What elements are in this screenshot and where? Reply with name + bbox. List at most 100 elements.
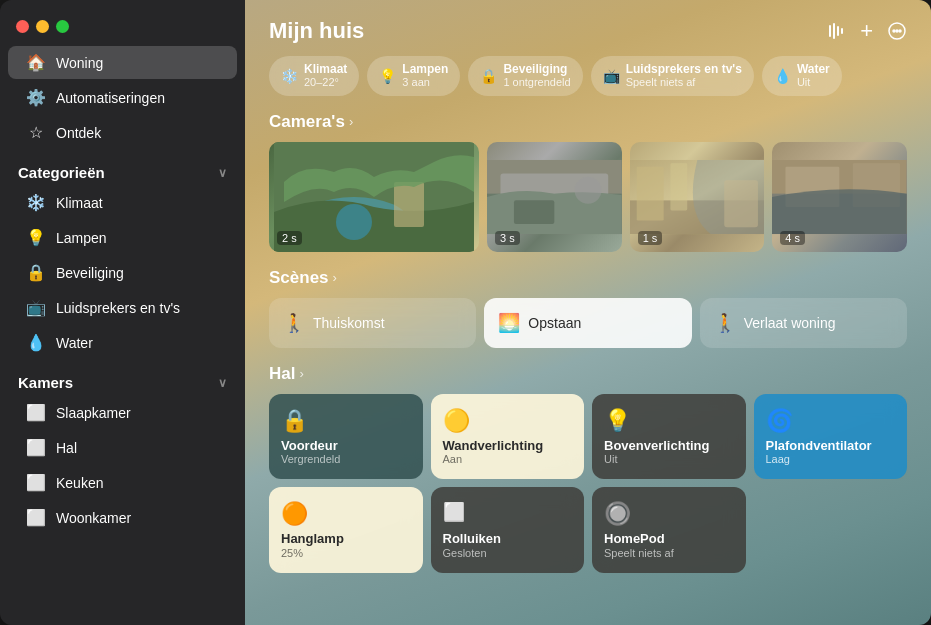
sidebar-item-label: Klimaat [56,195,103,211]
luidsprekers-pill-icon: 📺 [603,68,620,84]
scenes-title: Scènes [269,268,329,288]
siri-button[interactable] [826,21,846,41]
sidebar-item-automatiseringen[interactable]: ⚙️ Automatiseringen [8,81,237,114]
pill-water[interactable]: 💧 Water Uit [762,56,842,96]
scene-verlaat-label: Verlaat woning [744,315,836,331]
svg-rect-0 [829,25,831,37]
beveiliging-pill-icon: 🔒 [480,68,497,84]
plafondventilator-name: Plafondventilator [766,438,896,454]
bovenverlichting-icon: 💡 [604,408,734,434]
more-icon [887,21,907,41]
sidebar-item-woning[interactable]: 🏠 Woning [8,46,237,79]
voordeur-status: Vergrendeld [281,453,411,465]
home-icon: 🏠 [26,53,46,72]
hal-section-header[interactable]: Hal › [269,364,907,384]
minimize-button[interactable] [36,20,49,33]
scenes-section: Scènes › 🚶 Thuiskomst 🌅 Opstaan 🚶 Verlaa… [245,268,931,364]
scene-verlaat-woning[interactable]: 🚶 Verlaat woning [700,298,907,348]
maximize-button[interactable] [56,20,69,33]
pill-luidsprekers[interactable]: 📺 Luidsprekers en tv's Speelt niets af [591,56,754,96]
categories-header[interactable]: Categorieën ∨ [0,150,245,185]
wandverlichting-icon: 🟡 [443,408,573,434]
device-wandverlichting[interactable]: 🟡 Wandverlichting Aan [431,394,585,480]
sidebar: 🏠 Woning ⚙️ Automatiseringen ☆ Ontdek Ca… [0,0,245,625]
sidebar-item-lampen[interactable]: 💡 Lampen [8,221,237,254]
categories-label: Categorieën [18,164,105,181]
more-button[interactable] [887,21,907,41]
categories-chevron: ∨ [218,166,227,180]
pill-klimaat[interactable]: ❄️ Klimaat 20–22° [269,56,359,96]
plafondventilator-status: Laag [766,453,896,465]
siri-icon [826,21,846,41]
sidebar-item-label: Lampen [56,230,107,246]
device-voordeur[interactable]: 🔒 Voordeur Vergrendeld [269,394,423,480]
camera-2[interactable]: 3 s [487,142,622,252]
main-content: Mijn huis + [245,0,931,625]
homepod-name: HomePod [604,531,734,547]
cameras-section-header[interactable]: Camera's › [269,112,907,132]
close-button[interactable] [16,20,29,33]
klimaat-pill-value: 20–22° [304,76,347,89]
svg-point-10 [336,204,372,240]
water-pill-label: Water [797,62,830,76]
beveiliging-pill-value: 1 ontgrendeld [503,76,570,89]
sidebar-item-slaapkamer[interactable]: ⬜ Slaapkamer [8,396,237,429]
hal-icon: ⬜ [26,438,46,457]
status-pills: ❄️ Klimaat 20–22° 💡 Lampen 3 aan 🔒 Bevei… [245,56,931,112]
voordeur-name: Voordeur [281,438,411,454]
camera-4-time: 4 s [780,231,805,245]
camera-1-time: 2 s [277,231,302,245]
sidebar-item-luidsprekers[interactable]: 📺 Luidsprekers en tv's [8,291,237,324]
scene-opstaan-icon: 🌅 [498,312,520,334]
camera-1[interactable]: 2 s [269,142,479,252]
sidebar-item-hal[interactable]: ⬜ Hal [8,431,237,464]
sidebar-item-label: Keuken [56,475,103,491]
pill-beveiliging[interactable]: 🔒 Beveiliging 1 ontgrendeld [468,56,582,96]
sidebar-item-klimaat[interactable]: ❄️ Klimaat [8,186,237,219]
homepod-icon: 🔘 [604,501,734,527]
device-rolluiken[interactable]: ⬜ Rolluiken Gesloten [431,487,585,573]
camera-3[interactable]: 1 s [630,142,765,252]
devices-grid: 🔒 Voordeur Vergrendeld 🟡 Wandverlichting… [269,394,907,573]
pill-lampen[interactable]: 💡 Lampen 3 aan [367,56,460,96]
device-bovenverlichting[interactable]: 💡 Bovenverlichting Uit [592,394,746,480]
scene-opstaan[interactable]: 🌅 Opstaan [484,298,691,348]
sidebar-item-label: Slaapkamer [56,405,131,421]
scenes-section-header[interactable]: Scènes › [269,268,907,288]
device-homepod[interactable]: 🔘 HomePod Speelt niets af [592,487,746,573]
svg-rect-22 [724,180,758,227]
cameras-chevron: › [349,114,353,129]
sidebar-item-ontdek[interactable]: ☆ Ontdek [8,116,237,149]
keuken-icon: ⬜ [26,473,46,492]
scene-thuiskomst[interactable]: 🚶 Thuiskomst [269,298,476,348]
sidebar-item-keuken[interactable]: ⬜ Keuken [8,466,237,499]
scene-thuiskomst-label: Thuiskomst [313,315,385,331]
beveiliging-icon: 🔒 [26,263,46,282]
scene-verlaat-icon: 🚶 [714,312,736,334]
svg-rect-15 [514,200,554,224]
sidebar-item-label: Woning [56,55,103,71]
header-actions: + [826,18,907,44]
sidebar-item-label: Beveiliging [56,265,124,281]
cameras-row: 2 s 3 s [269,142,907,252]
camera-2-time: 3 s [495,231,520,245]
device-plafondventilator[interactable]: 🌀 Plafondventilator Laag [754,394,908,480]
add-button[interactable]: + [860,18,873,44]
sidebar-item-label: Luidsprekers en tv's [56,300,180,316]
sidebar-item-beveiliging[interactable]: 🔒 Beveiliging [8,256,237,289]
rolluiken-icon: ⬜ [443,501,573,523]
device-hanglamp[interactable]: 🟠 Hanglamp 25% [269,487,423,573]
wandverlichting-status: Aan [443,453,573,465]
svg-point-6 [896,30,898,32]
camera-3-time: 1 s [638,231,663,245]
app-window: 🏠 Woning ⚙️ Automatiseringen ☆ Ontdek Ca… [0,0,931,625]
luidsprekers-pill-label: Luidsprekers en tv's [626,62,742,76]
scene-opstaan-label: Opstaan [528,315,581,331]
klimaat-pill-label: Klimaat [304,62,347,76]
kamers-header[interactable]: Kamers ∨ [0,360,245,395]
camera-4[interactable]: 4 s [772,142,907,252]
sidebar-item-woonkamer[interactable]: ⬜ Woonkamer [8,501,237,534]
hanglamp-icon: 🟠 [281,501,411,527]
sidebar-item-water[interactable]: 💧 Water [8,326,237,359]
woonkamer-icon: ⬜ [26,508,46,527]
